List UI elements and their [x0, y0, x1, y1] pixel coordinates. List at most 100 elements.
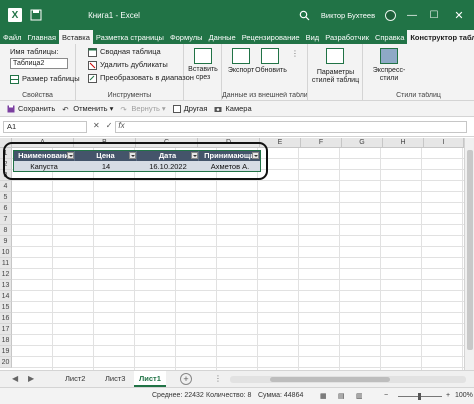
search-icon[interactable] [296, 0, 312, 30]
table-highlight-outline [3, 142, 268, 180]
minimize-icon[interactable]: — [402, 0, 422, 30]
convert-to-range-button[interactable]: Преобразовать в диапазон [88, 73, 194, 83]
style-options-icon[interactable] [326, 48, 344, 64]
convert-icon [88, 73, 97, 83]
tab-file[interactable]: Файл [0, 30, 24, 44]
group-label-tools: Инструменты [107, 92, 152, 99]
export-icon[interactable] [232, 48, 250, 64]
row-header[interactable]: 4 [0, 181, 12, 192]
user-name[interactable]: Виктор Бухтеев [318, 0, 378, 30]
resize-table-button[interactable]: Размер таблицы [10, 74, 80, 84]
sheet-tab-list3[interactable]: Лист3 [100, 371, 130, 387]
ribbon-tabs: Файл Главная Вставка Разметка страницы Ф… [0, 30, 474, 44]
cancel-icon[interactable]: ✕ [93, 121, 100, 133]
group-external-data: Экспорт Обновить ⋮ Данные из внешней таб… [222, 44, 308, 101]
sheet-tab-list1[interactable]: Лист1 [134, 371, 166, 387]
enter-icon[interactable]: ✓ [106, 121, 113, 133]
row-header[interactable]: 14 [0, 291, 12, 302]
view-normal-icon[interactable]: ▦ [320, 392, 327, 400]
tab-review[interactable]: Рецензирование [239, 30, 303, 44]
row-header[interactable]: 18 [0, 335, 12, 346]
refresh-icon[interactable] [261, 48, 279, 64]
slicer-icon[interactable] [194, 48, 212, 64]
formula-bar: A1 ✕ ✓ fx [0, 117, 474, 137]
column-header[interactable]: I [424, 138, 464, 148]
autosave-icon[interactable] [28, 0, 44, 30]
qat-undo-button[interactable]: ↶ Отменить ▾ [62, 104, 113, 114]
row-header[interactable]: 5 [0, 192, 12, 203]
group-table-styles: Экспресс-стили Стили таблиц [363, 44, 474, 101]
row-header[interactable]: 9 [0, 236, 12, 247]
column-header[interactable]: F [301, 138, 342, 148]
group-label-external: Данные из внешней таблицы [222, 92, 307, 99]
status-bar: Среднее: 22432 Количество: 8 Сумма: 4486… [0, 387, 474, 404]
name-box[interactable]: A1 [3, 121, 87, 133]
row-header[interactable]: 15 [0, 302, 12, 313]
zoom-in-icon[interactable]: + [446, 392, 450, 399]
export-button[interactable]: Экспорт [224, 67, 258, 75]
tab-page-layout[interactable]: Разметка страницы [93, 30, 167, 44]
redo-icon: ↷ [120, 104, 127, 114]
column-header[interactable]: G [342, 138, 383, 148]
refresh-button[interactable]: Обновить [254, 67, 288, 75]
close-icon[interactable]: ✕ [448, 0, 470, 30]
row-header[interactable]: 13 [0, 280, 12, 291]
style-options-button[interactable]: Параметры стилей таблиц [308, 69, 363, 85]
qat-camera-button[interactable]: Камера [214, 104, 252, 113]
row-header[interactable]: 7 [0, 214, 12, 225]
tab-developer[interactable]: Разработчик [322, 30, 372, 44]
quick-styles-button[interactable]: Экспресс-стили [363, 67, 415, 83]
remove-duplicates-button[interactable]: Удалить дубликаты [88, 60, 168, 70]
resize-icon [10, 74, 19, 84]
zoom-out-icon[interactable]: − [384, 392, 388, 399]
undo-icon: ↶ [62, 104, 69, 114]
tab-table-design[interactable]: Конструктор таблиц [407, 30, 474, 44]
camera-icon [214, 106, 222, 112]
row-header[interactable]: 8 [0, 225, 12, 236]
quick-access-toolbar: Сохранить ↶ Отменить ▾ ↷ Вернуть ▾ Другая Ка… [0, 101, 474, 117]
add-sheet-icon[interactable]: + [180, 373, 192, 385]
row-header[interactable]: 12 [0, 269, 12, 280]
qat-redo-button[interactable]: ↷ Вернуть ▾ [120, 104, 165, 114]
tab-data[interactable]: Данные [206, 30, 239, 44]
avatar[interactable] [383, 0, 397, 30]
vertical-scrollbar[interactable] [464, 138, 474, 370]
qat-save-button[interactable]: Сохранить [7, 104, 55, 113]
tab-home[interactable]: Главная [24, 30, 59, 44]
formula-input[interactable] [115, 121, 467, 133]
view-layout-icon[interactable]: ▤ [338, 392, 345, 400]
quick-styles-icon[interactable] [380, 48, 398, 64]
row-header[interactable]: 20 [0, 357, 12, 368]
row-header[interactable]: 17 [0, 324, 12, 335]
sheet-prev-icon[interactable]: ◀ [12, 374, 18, 383]
insert-slicer-button[interactable]: Вставить срез [184, 66, 222, 82]
column-header[interactable]: H [383, 138, 424, 148]
zoom-level[interactable]: 100% [455, 392, 473, 399]
cell-area[interactable] [12, 148, 464, 370]
row-header[interactable]: 6 [0, 203, 12, 214]
pivot-table-button[interactable]: Сводная таблица [88, 47, 161, 57]
qat-other-button[interactable]: Другая [172, 104, 207, 113]
sheet-tab-list2[interactable]: Лист2 [60, 371, 90, 387]
sheet-more-icon[interactable]: ⋮ [214, 374, 222, 383]
table-name-input[interactable]: Таблица2 [10, 58, 68, 69]
horizontal-scrollbar[interactable] [230, 376, 466, 383]
sheet-next-icon[interactable]: ▶ [28, 374, 34, 383]
status-sum: Сумма: 44864 [258, 392, 304, 399]
excel-logo-icon: X [6, 0, 24, 30]
title-bar: X Книга1 - Excel Виктор Бухтеев — ☐ ✕ [0, 0, 474, 30]
row-header[interactable]: 11 [0, 258, 12, 269]
view-pagebreak-icon[interactable]: ▥ [356, 392, 363, 400]
zoom-slider-knob[interactable] [418, 393, 421, 400]
row-header[interactable]: 19 [0, 346, 12, 357]
group-tools: Сводная таблица Удалить дубликаты Преобр… [76, 44, 194, 101]
row-header[interactable]: 16 [0, 313, 12, 324]
group-label-properties: Свойства [22, 92, 53, 99]
maximize-icon[interactable]: ☐ [424, 0, 444, 30]
tab-view[interactable]: Вид [303, 30, 323, 44]
tab-help[interactable]: Справка [372, 30, 407, 44]
tab-insert[interactable]: Вставка [59, 30, 93, 44]
tab-formulas[interactable]: Формулы [167, 30, 206, 44]
external-more-icon[interactable]: ⋮ [291, 49, 299, 58]
row-header[interactable]: 10 [0, 247, 12, 258]
